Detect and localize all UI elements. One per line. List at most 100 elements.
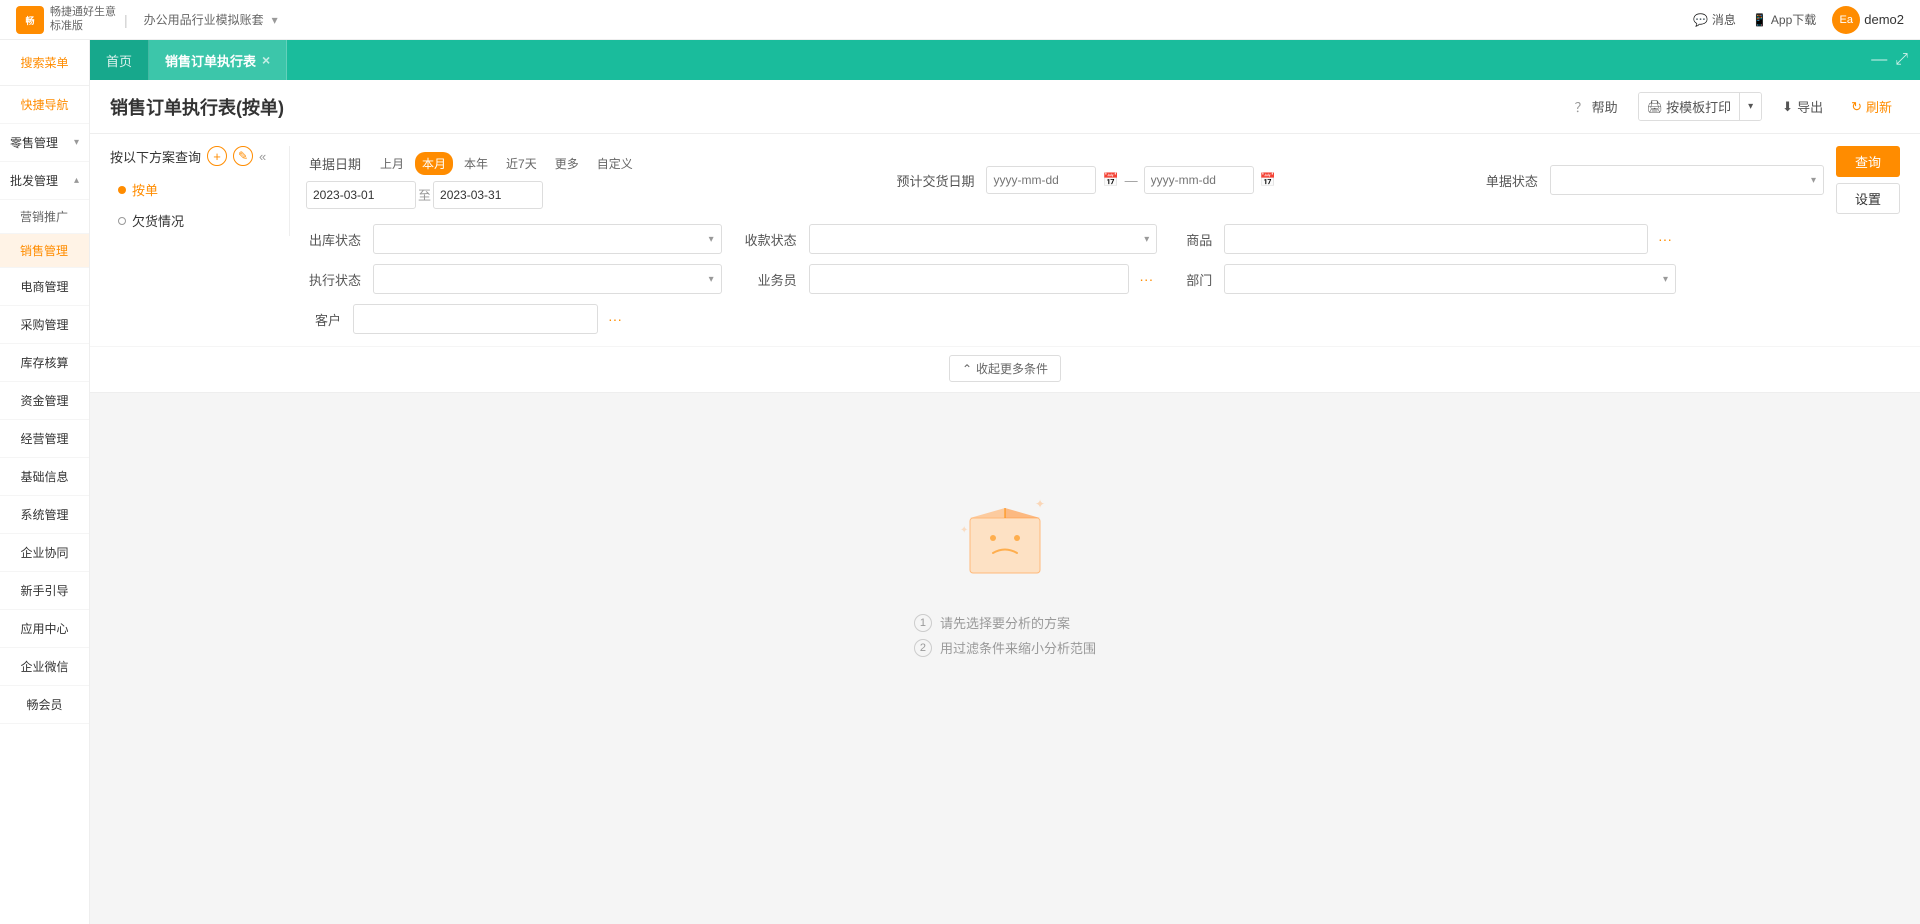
scheme-active-dot (118, 186, 126, 194)
export-btn[interactable]: ⬇ 导出 (1774, 93, 1831, 120)
dept-select-wrapper: ▾ (1224, 264, 1676, 294)
exec-select-wrapper: ▾ (373, 264, 722, 294)
empty-illustration: ✦ ✦ (945, 473, 1065, 593)
expected-date-end-calendar-icon[interactable]: 📅 (1260, 172, 1276, 188)
status-select[interactable] (1550, 165, 1824, 195)
dept-select[interactable] (1224, 264, 1676, 294)
filter-header: 按以下方案查询 + ✎ « 按单 欠货情况 (90, 134, 1920, 346)
active-tab-label: 销售订单执行表 (165, 51, 256, 70)
logo-area[interactable]: 畅 畅捷通好生意 标准版 (16, 6, 116, 34)
sidebar-item-retail[interactable]: 零售管理 ▾ (0, 124, 89, 162)
add-scheme-btn[interactable]: + (207, 146, 227, 166)
goods-input[interactable] (1224, 224, 1648, 254)
sidebar-item-member[interactable]: 畅会员 (0, 686, 89, 724)
expected-date-label: 预计交货日期 (894, 171, 974, 190)
salesman-input[interactable] (809, 264, 1130, 294)
shipment-select-wrapper: ▾ (373, 224, 722, 254)
date-start-input[interactable] (306, 181, 416, 209)
hint-text-2: 用过滤条件来缩小分析范围 (940, 638, 1096, 657)
date-tab-more[interactable]: 更多 (548, 152, 586, 175)
sidebar-item-quick-nav[interactable]: 快捷导航 (0, 86, 89, 124)
date-end-input[interactable] (433, 181, 543, 209)
user-menu[interactable]: Ea demo2 (1832, 6, 1904, 34)
customer-dots-icon[interactable]: ··· (604, 311, 626, 327)
sidebar-item-newbie[interactable]: 新手引导 (0, 572, 89, 610)
print-dropdown-btn[interactable]: ▾ (1740, 93, 1761, 120)
tab-maximize-icon[interactable]: ⤢ (1895, 51, 1908, 69)
goods-dots-icon[interactable]: ··· (1654, 231, 1676, 247)
filter-rows: 单据日期 上月 本月 本年 近7天 更多 自定义 (306, 146, 1900, 334)
expected-date-start-input[interactable] (986, 166, 1096, 194)
top-header: 畅 畅捷通好生意 标准版 | 办公用品行业模拟账套 ▾ 💬 消息 📱 App下载… (0, 0, 1920, 40)
collapse-label: 收起更多条件 (976, 360, 1048, 377)
date-tab-thisyear[interactable]: 本年 (457, 152, 495, 175)
collapse-icon: ⌃ (962, 362, 972, 376)
breadcrumb-text[interactable]: 办公用品行业模拟账套 (144, 11, 264, 28)
sidebar-item-inventory[interactable]: 库存核算 (0, 344, 89, 382)
shipment-select[interactable] (373, 224, 722, 254)
help-icon: ？ (1575, 97, 1588, 116)
date-tab-lastmonth[interactable]: 上月 (373, 152, 411, 175)
filter-row-2: 出库状态 ▾ 收款状态 ▾ (306, 224, 1900, 254)
edit-scheme-btn[interactable]: ✎ (233, 146, 253, 166)
filter-date-field: 单据日期 上月 本月 本年 近7天 更多 自定义 (306, 152, 874, 209)
sidebar-item-finance[interactable]: 资金管理 (0, 382, 89, 420)
salesman-dots-icon[interactable]: ··· (1135, 271, 1157, 287)
filter-area: 按以下方案查询 + ✎ « 按单 欠货情况 (90, 134, 1920, 393)
refresh-btn[interactable]: ↻ 刷新 (1843, 93, 1900, 120)
filter-payment-field: 收款状态 ▾ (742, 224, 1158, 254)
exec-select[interactable] (373, 264, 722, 294)
date-tab-thismonth[interactable]: 本月 (415, 152, 453, 175)
print-btn[interactable]: 🖨 按模板打印 (1639, 93, 1740, 120)
search-btn[interactable]: 查询 (1836, 146, 1900, 177)
sidebar-item-purchase[interactable]: 采购管理 (0, 306, 89, 344)
tab-sales-order[interactable]: 销售订单执行表 × (149, 40, 287, 80)
sidebar-item-system[interactable]: 系统管理 (0, 496, 89, 534)
header-right: 💬 消息 📱 App下载 Ea demo2 (1693, 6, 1904, 34)
sidebar-item-wechat[interactable]: 企业微信 (0, 648, 89, 686)
scheme-item-order[interactable]: 按单 (110, 174, 277, 205)
status-select-wrapper: ▾ (1550, 165, 1824, 195)
collapse-scheme-icon[interactable]: « (259, 149, 266, 164)
help-btn[interactable]: ？ 帮助 (1567, 93, 1626, 120)
message-btn[interactable]: 💬 消息 (1693, 11, 1736, 28)
scheme-item-backorder[interactable]: 欠货情况 (110, 205, 277, 236)
expected-date-end-input[interactable] (1144, 166, 1254, 194)
date-tab-7days[interactable]: 近7天 (499, 152, 544, 175)
sidebar-item-marketing[interactable]: 营销推广 (0, 200, 89, 234)
payment-select[interactable] (809, 224, 1158, 254)
sidebar-item-enterprise[interactable]: 企业协同 (0, 534, 89, 572)
phone-icon: 📱 (1752, 13, 1767, 27)
expected-date-start-calendar-icon[interactable]: 📅 (1102, 172, 1118, 188)
sidebar-search-area: 搜索菜单 (0, 40, 89, 86)
page-header: 销售订单执行表(按单) ？ 帮助 🖨 按模板打印 ▾ (90, 80, 1920, 134)
sidebar-item-app-center[interactable]: 应用中心 (0, 610, 89, 648)
tab-spacer (287, 40, 1859, 80)
empty-hint-1: 1 请先选择要分析的方案 (914, 613, 1070, 632)
export-icon: ⬇ (1782, 99, 1793, 115)
breadcrumb-dropdown-icon[interactable]: ▾ (272, 13, 278, 27)
tab-minimize-icon[interactable]: — (1871, 51, 1887, 69)
sidebar-item-wholesale[interactable]: 批发管理 ▴ (0, 162, 89, 200)
sidebar-item-operation[interactable]: 经营管理 (0, 420, 89, 458)
date-tab-custom[interactable]: 自定义 (590, 152, 640, 175)
app-download-btn[interactable]: 📱 App下载 (1752, 11, 1816, 28)
filter-exec-field: 执行状态 ▾ (306, 264, 722, 294)
sidebar-item-sales-manage[interactable]: 销售管理 (0, 234, 89, 268)
customer-input[interactable] (353, 304, 598, 334)
tab-home[interactable]: 首页 (90, 40, 149, 80)
sidebar-item-ecommerce[interactable]: 电商管理 (0, 268, 89, 306)
tab-close-icon[interactable]: × (262, 53, 270, 67)
settings-btn[interactable]: 设置 (1836, 183, 1900, 214)
filter-action-row: ⌃ 收起更多条件 (90, 346, 1920, 392)
collapse-more-btn[interactable]: ⌃ 收起更多条件 (949, 355, 1061, 382)
filter-row-4: 客户 ··· (306, 304, 1900, 334)
filter-expected-date-field: 预计交货日期 📅 — 📅 (894, 166, 1462, 194)
filter-dept-field: 部门 ▾ (1177, 264, 1676, 294)
sidebar: 搜索菜单 快捷导航 零售管理 ▾ 批发管理 ▴ 营销推广 销售管理 电商管理 采… (0, 40, 90, 924)
sidebar-item-basic-info[interactable]: 基础信息 (0, 458, 89, 496)
search-menu-btn[interactable]: 搜索菜单 (8, 48, 81, 77)
content-area: 首页 销售订单执行表 × — ⤢ 销售订单执行表(按单) ？ 帮助 (90, 40, 1920, 924)
customer-label: 客户 (306, 310, 341, 329)
print-arrow-icon: ▾ (1748, 101, 1753, 112)
